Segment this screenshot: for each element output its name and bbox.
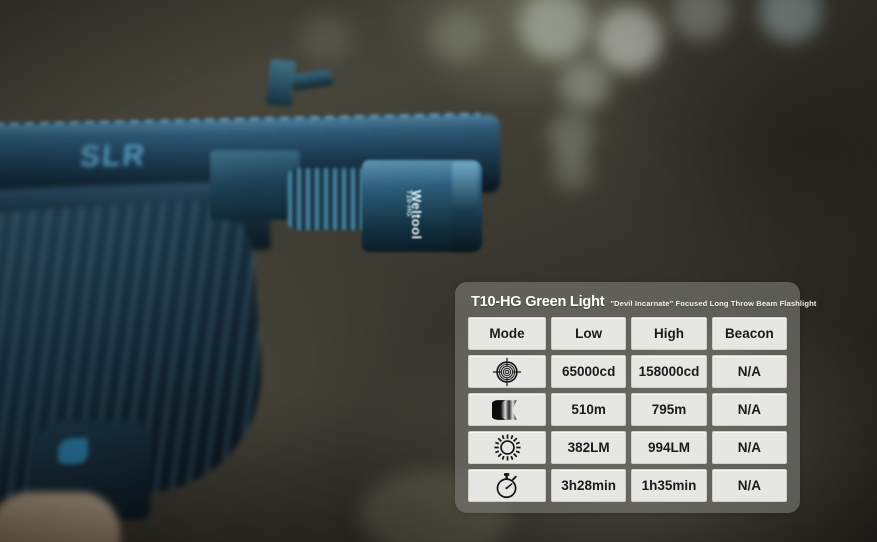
stopwatch-icon-cell xyxy=(468,469,546,502)
cell-intensity-low: 65000cd xyxy=(551,355,627,388)
cell-throw-low: 510m xyxy=(551,393,627,426)
page-title: T10-HG Green Light xyxy=(471,294,605,310)
column-header-high: High xyxy=(631,317,707,350)
sun-brightness-icon-cell xyxy=(468,431,546,464)
rifle-brand-marking: SLR xyxy=(78,139,148,174)
cell-lumens-high: 994LM xyxy=(631,431,707,464)
cell-intensity-beacon: N/A xyxy=(711,355,787,388)
target-scope-icon xyxy=(492,357,522,386)
table-row: 382LM 994LM N/A xyxy=(468,431,787,464)
cell-runtime-low: 3h28min xyxy=(551,469,627,502)
forearm xyxy=(0,492,120,542)
sun-brightness-icon xyxy=(493,434,521,461)
glove-accent-patch xyxy=(58,438,88,464)
flashlight-knurled-body xyxy=(288,168,370,230)
table-header-row: Mode Low High Beacon xyxy=(468,317,787,350)
flashlight-mount xyxy=(210,150,300,220)
beam-throw-icon-cell xyxy=(468,393,546,426)
cell-lumens-low: 382LM xyxy=(551,431,627,464)
table-row: 65000cd 158000cd N/A xyxy=(468,355,787,388)
table-row: 510m 795m N/A xyxy=(468,393,787,426)
spec-panel-heading: T10-HG Green Light "Devil Incarnate" Foc… xyxy=(471,294,816,310)
cell-runtime-high: 1h35min xyxy=(631,469,707,502)
page-subtitle: "Devil Incarnate" Focused Long Throw Bea… xyxy=(610,299,817,308)
cell-lumens-beacon: N/A xyxy=(711,431,787,464)
flashlight-model-text: T10-HG xyxy=(405,190,412,217)
cell-runtime-beacon: N/A xyxy=(711,469,787,502)
column-header-low: Low xyxy=(551,317,627,350)
stopwatch-icon xyxy=(496,473,517,499)
beam-throw-icon xyxy=(492,399,517,420)
spec-panel: T10-HG Green Light "Devil Incarnate" Foc… xyxy=(455,282,816,513)
spec-table: Mode Low High Beacon 65000cd 158000cd N/… xyxy=(468,317,787,502)
cell-intensity-high: 158000cd xyxy=(631,355,707,388)
column-header-beacon: Beacon xyxy=(711,317,787,350)
cell-throw-beacon: N/A xyxy=(711,393,787,426)
table-row: 3h28min 1h35min N/A xyxy=(468,469,787,502)
screenshot-root: SLR Weltool T10-HG T10-HG Green Light "D… xyxy=(0,0,877,542)
flashlight-bezel xyxy=(452,162,478,250)
cell-throw-high: 795m xyxy=(631,393,707,426)
column-header-mode: Mode xyxy=(468,317,546,350)
target-scope-icon-cell xyxy=(468,355,546,388)
